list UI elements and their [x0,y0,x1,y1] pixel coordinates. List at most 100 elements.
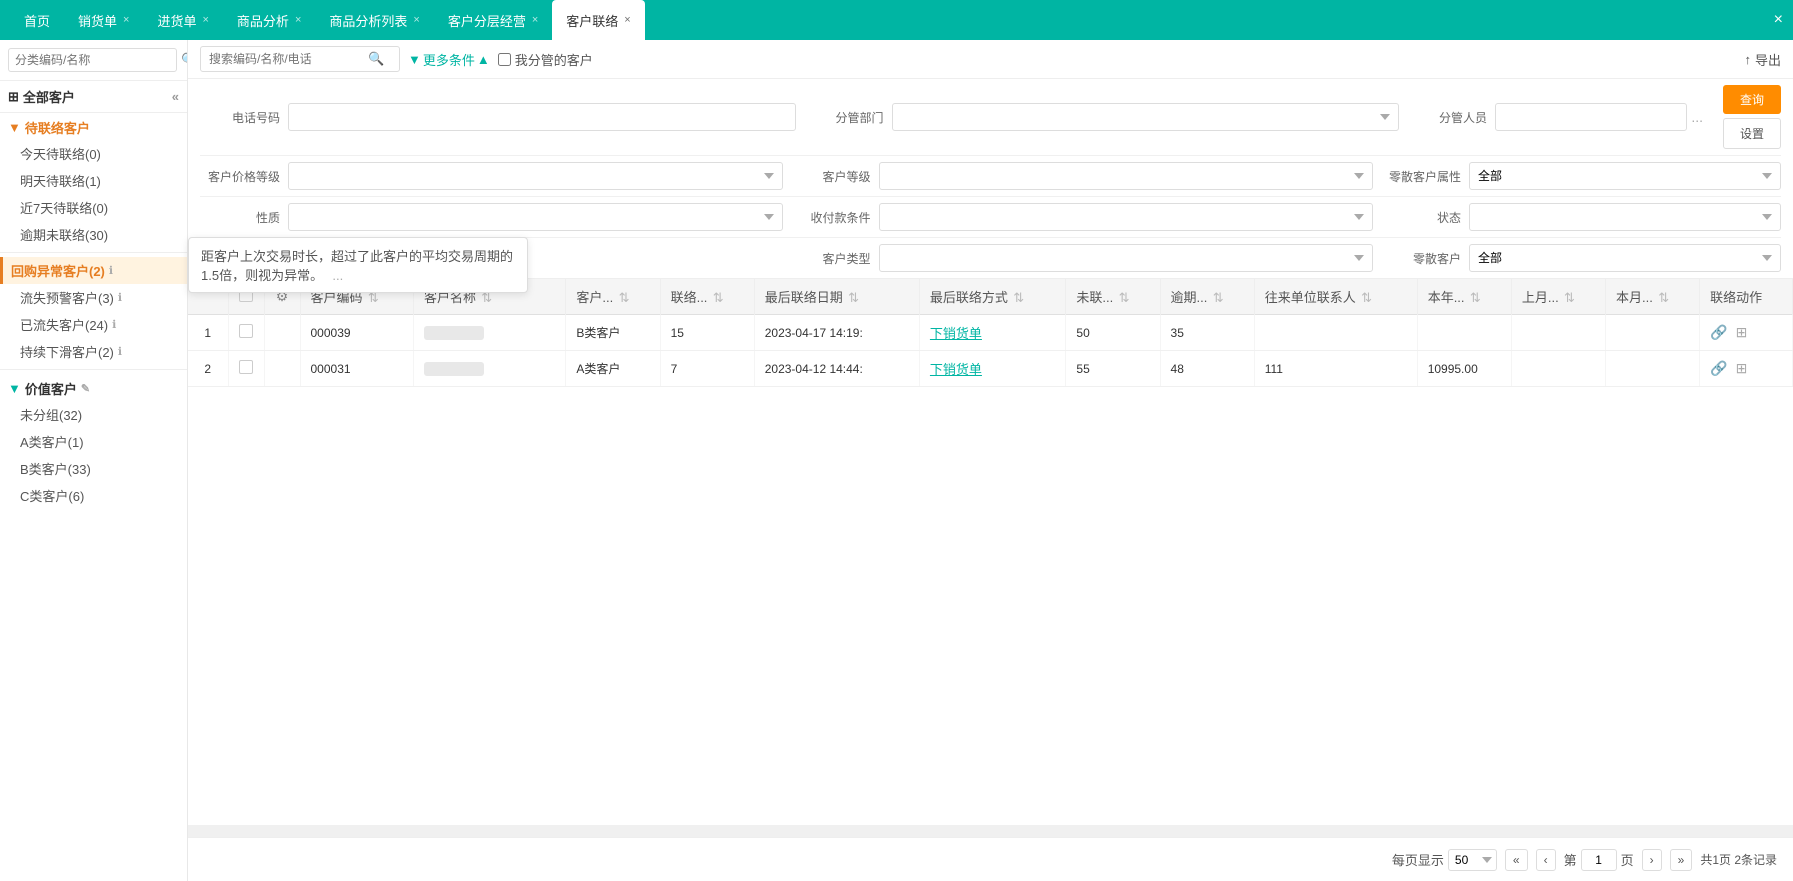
filter-field-phone: 电话号码 [200,103,796,131]
export-button[interactable]: ↑ 导出 [1744,50,1781,69]
page-size-select[interactable]: 50 10 20 100 [1448,849,1497,871]
filter-row-3: 性质 收付款条件 状态 [200,197,1781,238]
row2-lasttype-link[interactable]: 下销货单 [930,362,982,377]
value-group-title[interactable]: ▼ 价值客户 ✎ [0,374,187,401]
retail-customer-select-wrapper: 全部 [1469,244,1781,272]
close-purchase-order-icon[interactable]: × [202,14,208,26]
companycontact-sort-icon[interactable]: ⇅ [1361,290,1372,305]
sidebar-item-continuous-decline[interactable]: 持续下滑客户(2) ℹ [0,338,187,365]
tab-product-analysis[interactable]: 商品分析 × [223,0,315,40]
tab-purchase-order[interactable]: 进货单 × [143,0,222,40]
sidebar-item-lost-warning[interactable]: 流失预警客户(3) ℹ [0,284,187,311]
row1-link-icon[interactable]: 🔗 [1710,324,1727,341]
uncontacted-sort-icon[interactable]: ⇅ [1119,290,1130,305]
my-customers-check[interactable] [498,53,511,66]
sidebar-collapse-icon[interactable]: « [172,89,179,104]
query-button[interactable]: 查询 [1723,85,1781,114]
prev-page-button[interactable]: ‹ [1536,849,1556,871]
row2-uncontacted: 55 [1066,351,1160,387]
thismonth-sort-icon[interactable]: ⇅ [1658,290,1669,305]
nature-select[interactable] [288,203,783,231]
sidebar-item-b-class[interactable]: B类客户(33) [0,455,187,482]
lasttype-sort-icon[interactable]: ⇅ [1013,290,1024,305]
value-group-edit-icon[interactable]: ✎ [81,382,90,395]
close-product-analysis-list-icon[interactable]: × [413,14,419,26]
filter-row-1: 电话号码 分管部门 分管人员 ... 查询 [200,79,1781,156]
table-row: 2 000031 A类客户 7 2023-04-12 14:44: [188,351,1793,387]
tab-home[interactable]: 首页 [10,0,64,40]
sidebar-item-today-pending[interactable]: 今天待联络(0) [0,140,187,167]
row1-lasttype-link[interactable]: 下销货单 [930,326,982,341]
customer-grade-label: 客户等级 [791,168,871,185]
overdue-sort-icon[interactable]: ⇅ [1213,290,1224,305]
row2-link-icon[interactable]: 🔗 [1710,360,1727,377]
page-number-input[interactable] [1581,849,1617,871]
manager-input[interactable] [1495,103,1687,131]
total-info: 共1页 2条记录 [1700,851,1777,868]
window-close-button[interactable]: × [1774,11,1783,29]
lastmonth-sort-icon[interactable]: ⇅ [1564,290,1575,305]
customertype-sort-icon[interactable]: ⇅ [619,290,630,305]
sidebar-item-lost[interactable]: 已流失客户(24) ℹ [0,311,187,338]
sidebar-search-icon[interactable]: 🔍 [181,52,188,68]
price-grade-select[interactable] [288,162,783,190]
status-select[interactable] [1469,203,1781,231]
sidebar-item-abnormal[interactable]: 回购异常客户(2) ℹ [0,257,187,284]
close-sales-order-icon[interactable]: × [123,14,129,26]
close-customer-contact-icon[interactable]: × [624,14,630,26]
grid-icon: ⊞ [8,89,19,105]
col-thismonth-header: 本月... ⇅ [1606,279,1700,315]
row2-check[interactable] [228,351,264,387]
tab-customer-segment[interactable]: 客户分层经营 × [434,0,552,40]
row2-checkbox[interactable] [239,360,253,374]
next-page-button[interactable]: › [1642,849,1662,871]
lastdate-sort-icon[interactable]: ⇅ [848,290,859,305]
manager-ellipsis-button[interactable]: ... [1687,109,1707,125]
close-product-analysis-icon[interactable]: × [295,14,301,26]
filter-search-icon[interactable]: 🔍 [368,51,384,67]
row2-grid-icon[interactable]: ⊞ [1736,360,1748,377]
filter-search-input[interactable] [209,52,364,66]
row1-checkbox[interactable] [239,324,253,338]
customer-grade-select[interactable] [879,162,1374,190]
payment-terms-select[interactable] [879,203,1374,231]
row1-lasttype[interactable]: 下销货单 [919,315,1065,351]
sidebar-item-ungrouped[interactable]: 未分组(32) [0,401,187,428]
more-conditions-button[interactable]: ▼ 更多条件 ▲ [408,50,490,69]
phone-input[interactable] [288,103,796,131]
retail-attr-select[interactable]: 全部 [1469,162,1781,190]
first-page-button[interactable]: « [1505,849,1528,871]
row1-grid-icon[interactable]: ⊞ [1736,324,1748,341]
sidebar-item-overdue[interactable]: 逾期未联络(30) [0,221,187,248]
row2-action-icons: 🔗 ⊞ [1710,360,1782,377]
dept-select[interactable] [892,103,1400,131]
row1-customertype: B类客户 [566,315,660,351]
thisyear-sort-icon[interactable]: ⇅ [1470,290,1481,305]
tooltip: 距客户上次交易时长，超过了此客户的平均交易周期的1.5倍，则视为异常。 ... [188,237,528,293]
tab-sales-order[interactable]: 销货单 × [64,0,143,40]
tab-customer-contact[interactable]: 客户联络 × [552,0,644,40]
sidebar-search-input[interactable] [8,48,177,72]
tab-product-analysis-list[interactable]: 商品分析列表 × [315,0,433,40]
filter-field-retail-attr: 零散客户属性 全部 [1381,162,1781,190]
row2-contact: 7 [660,351,754,387]
sidebar-item-tomorrow-pending[interactable]: 明天待联络(1) [0,167,187,194]
sidebar-item-c-class[interactable]: C类客户(6) [0,482,187,509]
horizontal-scrollbar[interactable] [188,825,1793,837]
sidebar-item-7day-pending[interactable]: 近7天待联络(0) [0,194,187,221]
retail-customer-select[interactable]: 全部 [1469,244,1781,272]
status-select-wrapper [1469,203,1781,231]
sidebar-item-a-class[interactable]: A类客户(1) [0,428,187,455]
customer-type-select[interactable] [879,244,1374,272]
last-page-button[interactable]: » [1670,849,1693,871]
settings-button[interactable]: 设置 [1723,118,1781,149]
row1-check[interactable] [228,315,264,351]
filter-icon: ▼ [408,52,421,67]
pending-group-title[interactable]: ▼ 待联络客户 [0,113,187,140]
my-customers-checkbox[interactable]: 我分管的客户 [498,50,593,69]
contact-sort-icon[interactable]: ⇅ [713,290,724,305]
close-customer-segment-icon[interactable]: × [532,14,538,26]
row2-lasttype[interactable]: 下销货单 [919,351,1065,387]
row2-thismonth [1606,351,1700,387]
row1-action-icons: 🔗 ⊞ [1710,324,1782,341]
